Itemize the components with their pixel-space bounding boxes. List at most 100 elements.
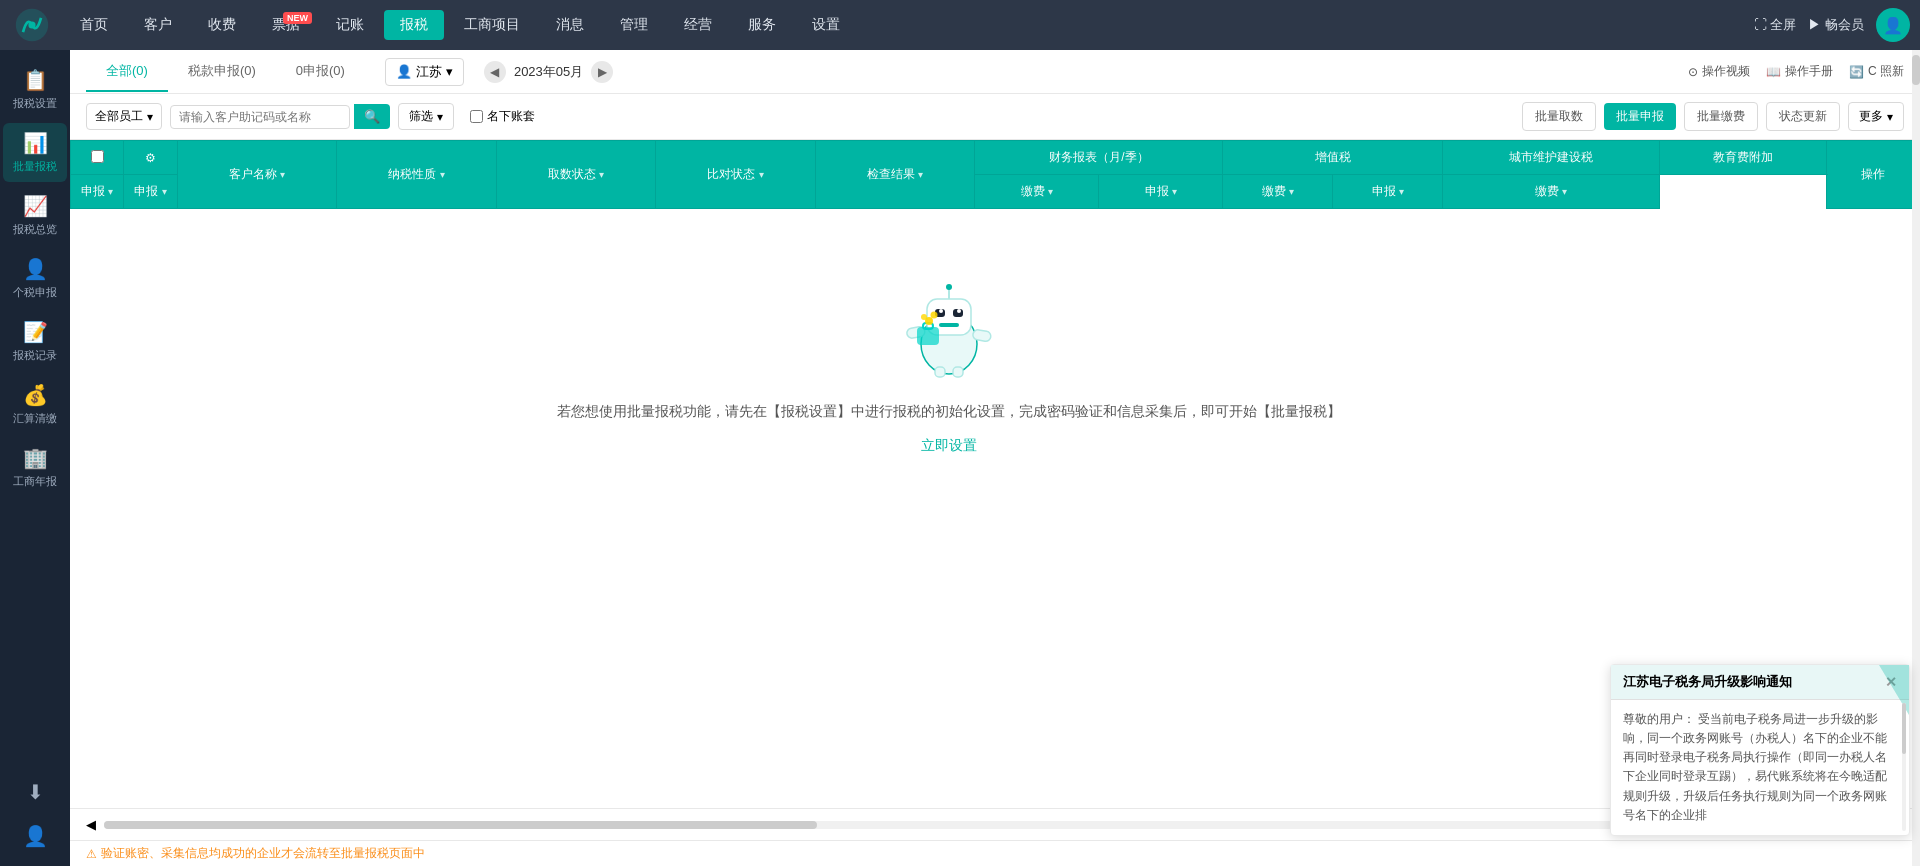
book-icon: 📖	[1766, 65, 1781, 79]
tab-tax-declare[interactable]: 税款申报(0)	[168, 52, 276, 92]
svg-rect-8	[939, 323, 959, 327]
play-icon: ▶	[1808, 17, 1821, 32]
top-navigation: 首页 客户 收费 票据 NEW 记账 报税 工商项目 消息 管理 经营 服务 设…	[0, 0, 1920, 50]
refresh-btn[interactable]: 🔄 C 照新	[1849, 63, 1904, 80]
sidebar-item-batch-tax[interactable]: 📊 批量报税	[3, 123, 67, 182]
notification-body: 尊敬的用户： 受当前电子税务局进一步升级的影响，同一个政务网账号（办税人）名下的…	[1611, 700, 1909, 835]
sidebar-item-tax-records[interactable]: 📝 报税记录	[3, 312, 67, 371]
nav-accounting[interactable]: 记账	[320, 10, 380, 40]
tab-bar: 全部(0) 税款申报(0) 0申报(0) 👤 江苏 ▾ ◀ 2023年05月 ▶…	[70, 50, 1920, 94]
chevron-down-icon: ▾	[147, 110, 153, 124]
refresh-icon: 🔄	[1849, 65, 1864, 79]
region-select[interactable]: 👤 江苏 ▾	[385, 58, 464, 86]
sidebar-user[interactable]: 👤	[3, 816, 67, 856]
batch-tax-icon: 📊	[23, 131, 48, 155]
new-badge: NEW	[283, 12, 312, 24]
notification-scrollbar[interactable]	[1902, 703, 1906, 831]
nav-business[interactable]: 工商项目	[448, 10, 536, 40]
nav-manage[interactable]: 管理	[604, 10, 664, 40]
prev-month-btn[interactable]: ◀	[484, 61, 506, 83]
nav-operation[interactable]: 经营	[668, 10, 728, 40]
svg-point-1	[28, 21, 35, 28]
svg-rect-18	[935, 367, 945, 377]
more-btn[interactable]: 更多 ▾	[1848, 102, 1904, 131]
avatar[interactable]: 👤	[1876, 8, 1910, 42]
employee-select[interactable]: 全部员工 ▾	[86, 103, 162, 130]
th-vat-pay: 缴费 ▾	[975, 175, 1099, 209]
warning-bar: ⚠ 验证账密、采集信息均成功的企业才会流转至批量报税页面中	[70, 840, 1920, 866]
right-scrollbar[interactable]	[1912, 50, 1920, 866]
th-settings[interactable]: ⚙	[124, 141, 177, 175]
tab-zero-declare[interactable]: 0申报(0)	[276, 52, 365, 92]
tax-overview-icon: 📈	[23, 194, 48, 218]
fullscreen-btn[interactable]: ⛶ 全屏	[1754, 16, 1797, 34]
th-financial-report: 财务报表（月/季）	[975, 141, 1223, 175]
right-scroll-thumb	[1912, 55, 1920, 85]
nav-home[interactable]: 首页	[64, 10, 124, 40]
nav-customer[interactable]: 客户	[128, 10, 188, 40]
sidebar-download[interactable]: ⬇	[3, 772, 67, 812]
batch-declare-btn[interactable]: 批量申报	[1604, 103, 1676, 130]
th-city-tax: 城市维护建设税	[1443, 141, 1660, 175]
month-text: 2023年05月	[514, 63, 583, 81]
settlement-icon: 💰	[23, 383, 48, 407]
setup-link[interactable]: 立即设置	[921, 437, 977, 453]
nav-message[interactable]: 消息	[540, 10, 600, 40]
svg-point-10	[946, 284, 952, 290]
user-icon: 👤	[23, 824, 48, 848]
th-edu-declare: 申报 ▾	[1333, 175, 1443, 209]
filter-btn[interactable]: 筛选 ▾	[398, 103, 454, 130]
status-update-btn[interactable]: 状态更新	[1766, 102, 1840, 131]
fullscreen-icon: ⛶	[1754, 17, 1767, 32]
member-btn[interactable]: ▶ 畅会员	[1808, 16, 1864, 34]
nav-right: ⛶ 全屏 ▶ 畅会员 👤	[1754, 8, 1910, 42]
scroll-thumb	[104, 821, 817, 829]
annual-report-icon: 🏢	[23, 446, 48, 470]
warning-icon: ⚠	[86, 847, 97, 861]
sidebar-item-tax-overview[interactable]: 📈 报税总览	[3, 186, 67, 245]
search-btn[interactable]: 🔍	[354, 104, 390, 129]
toolbar: 全部员工 ▾ 🔍 筛选 ▾ 名下账套 批量取数 批量申报 批量缴费 状态更新 更…	[70, 94, 1920, 140]
nav-billing[interactable]: 收费	[192, 10, 252, 40]
notification-scroll-thumb	[1902, 703, 1906, 754]
sidebar: 📋 报税设置 📊 批量报税 📈 报税总览 👤 个税申报 📝 报税记录 💰 汇算清…	[0, 50, 70, 866]
empty-state: 若您想使用批量报税功能，请先在【报税设置】中进行报税的初始化设置，完成密码验证和…	[71, 209, 1827, 495]
nav-invoice[interactable]: 票据 NEW	[256, 10, 316, 40]
chevron-down-icon: ▾	[1887, 110, 1893, 124]
sidebar-item-annual-report[interactable]: 🏢 工商年报	[3, 438, 67, 497]
batch-pay-btn[interactable]: 批量缴费	[1684, 102, 1758, 131]
sidebar-item-personal-tax[interactable]: 👤 个税申报	[3, 249, 67, 308]
scroll-left-arrow[interactable]: ◀	[86, 817, 96, 832]
select-all-checkbox[interactable]	[91, 150, 104, 163]
robot-illustration	[889, 269, 1009, 379]
sidebar-item-tax-settings[interactable]: 📋 报税设置	[3, 60, 67, 119]
notification-title: 江苏电子税务局升级影响通知	[1623, 673, 1792, 691]
sidebar-item-settlement[interactable]: 💰 汇算清缴	[3, 375, 67, 434]
th-customer-name: 客户名称 ▾	[177, 141, 337, 209]
svg-point-7	[957, 309, 961, 313]
th-operation: 操作	[1827, 141, 1920, 209]
personal-tax-icon: 👤	[23, 257, 48, 281]
logo[interactable]	[10, 3, 54, 47]
toolbar-actions: 批量取数 批量申报 批量缴费 状态更新 更多 ▾	[1522, 102, 1904, 131]
operation-manual-btn[interactable]: 📖 操作手册	[1766, 63, 1833, 80]
account-checkbox-input[interactable]	[470, 110, 483, 123]
next-month-btn[interactable]: ▶	[591, 61, 613, 83]
nav-settings[interactable]: 设置	[796, 10, 856, 40]
operation-video-btn[interactable]: ⊙ 操作视频	[1688, 63, 1750, 80]
search-input[interactable]	[170, 105, 350, 129]
th-vat: 增值税	[1223, 141, 1443, 175]
th-checkbox[interactable]	[71, 141, 124, 175]
nav-tax[interactable]: 报税	[384, 10, 444, 40]
download-icon: ⬇	[27, 780, 44, 804]
th-data-status: 取数状态 ▾	[496, 141, 656, 209]
tab-all[interactable]: 全部(0)	[86, 52, 168, 92]
batch-get-btn[interactable]: 批量取数	[1522, 102, 1596, 131]
svg-point-6	[939, 309, 943, 313]
account-checkbox[interactable]: 名下账套	[470, 108, 535, 125]
chevron-down-icon: ▾	[446, 64, 453, 79]
nav-items: 首页 客户 收费 票据 NEW 记账 报税 工商项目 消息 管理 经营 服务 设…	[64, 10, 1754, 40]
nav-service[interactable]: 服务	[732, 10, 792, 40]
tab-right-actions: ⊙ 操作视频 📖 操作手册 🔄 C 照新	[1688, 63, 1904, 80]
warning-message: ⚠ 验证账密、采集信息均成功的企业才会流转至批量报税页面中	[86, 845, 1904, 862]
